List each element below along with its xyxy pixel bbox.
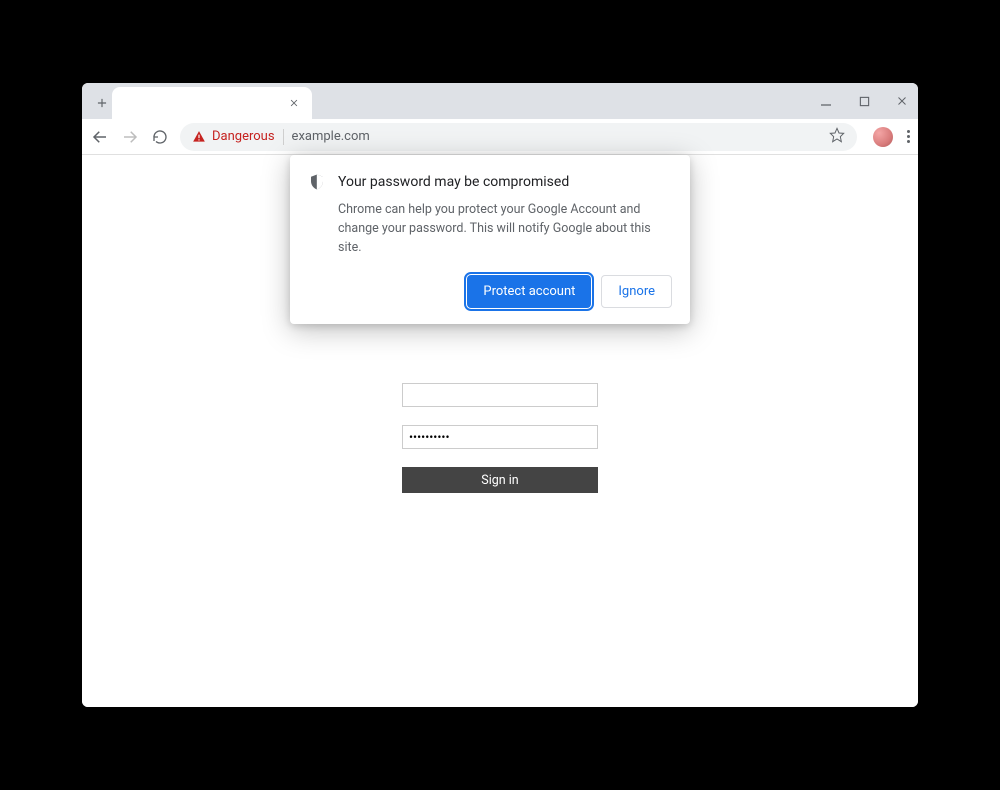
arrow-right-icon [121, 128, 139, 146]
protect-account-button[interactable]: Protect account [467, 275, 591, 308]
security-badge-label: Dangerous [212, 129, 275, 144]
minimize-button[interactable] [818, 95, 834, 107]
back-button[interactable] [90, 127, 110, 147]
username-input[interactable] [402, 383, 598, 407]
tab-close-button[interactable] [286, 95, 302, 111]
sign-in-button[interactable]: Sign in [402, 467, 598, 493]
dot-icon [907, 130, 910, 133]
warning-triangle-icon [192, 130, 206, 144]
menu-button[interactable] [907, 130, 910, 143]
toolbar: Dangerous example.com [82, 119, 918, 155]
separator [283, 129, 284, 145]
close-window-button[interactable] [894, 95, 910, 107]
close-icon [289, 98, 299, 108]
popup-actions: Protect account Ignore [308, 275, 672, 308]
reload-icon [152, 129, 168, 145]
bookmark-button[interactable] [829, 127, 845, 147]
ignore-button[interactable]: Ignore [601, 275, 672, 308]
shield-icon [308, 173, 326, 191]
login-form: Sign in [402, 383, 598, 493]
arrow-left-icon [91, 128, 109, 146]
password-input[interactable] [402, 425, 598, 449]
browser-tab[interactable] [112, 87, 312, 119]
close-icon [896, 95, 908, 107]
popup-header: Your password may be compromised [308, 173, 672, 191]
popup-body: Chrome can help you protect your Google … [338, 201, 672, 257]
maximize-button[interactable] [856, 96, 872, 107]
forward-button[interactable] [120, 127, 140, 147]
reload-button[interactable] [150, 127, 170, 147]
popup-title: Your password may be compromised [338, 174, 569, 190]
plus-icon [95, 96, 109, 110]
window-controls [818, 83, 910, 119]
page-content: Your password may be compromised Chrome … [82, 155, 918, 707]
address-bar[interactable]: Dangerous example.com [180, 123, 857, 151]
profile-avatar[interactable] [873, 127, 893, 147]
star-icon [829, 127, 845, 143]
minimize-icon [820, 95, 832, 107]
dot-icon [907, 135, 910, 138]
tab-strip [82, 83, 918, 119]
browser-window: Dangerous example.com Your password may … [82, 83, 918, 707]
dot-icon [907, 140, 910, 143]
toolbar-right [873, 127, 910, 147]
maximize-icon [859, 96, 870, 107]
url-text: example.com [292, 129, 370, 144]
password-warning-popup: Your password may be compromised Chrome … [290, 155, 690, 324]
security-badge[interactable]: Dangerous [192, 129, 275, 144]
